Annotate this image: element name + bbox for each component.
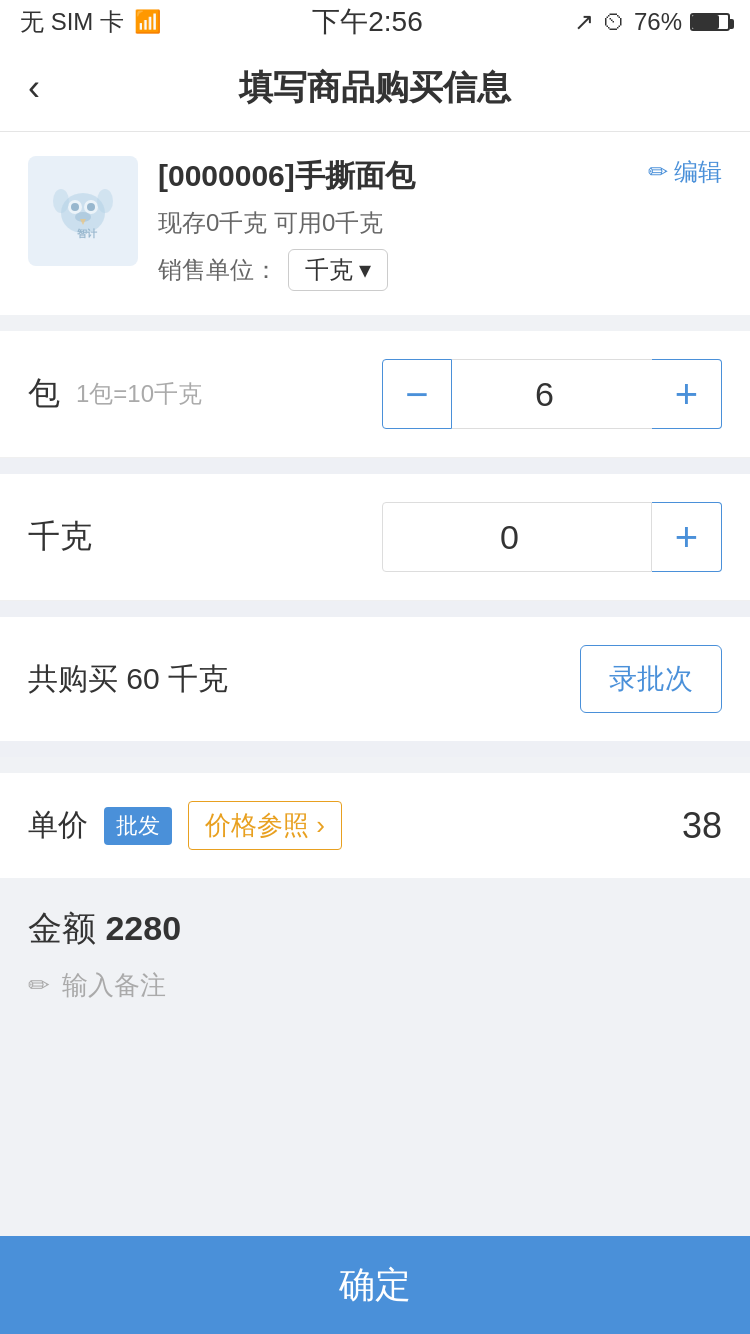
amount-label: 金额 [28,909,96,947]
pack-label: 包 [28,372,60,416]
note-row[interactable]: ✏ 输入备注 [28,968,722,1003]
battery-percent: 76% [634,8,682,36]
confirm-btn-wrap: 确定 [0,1236,750,1334]
batch-button[interactable]: 录批次 [580,645,722,713]
nav-bar: ‹ 填写商品购买信息 [0,44,750,132]
unit-select[interactable]: 千克 ▾ [288,249,388,291]
unit-label: 销售单位： [158,254,278,286]
edit-label: 编辑 [674,156,722,188]
svg-point-4 [87,203,95,211]
svg-text:智计: 智计 [76,228,98,239]
carrier-label: 无 SIM 卡 [20,6,124,38]
product-card: 智计 [0000006]手撕面包 现存0千克 可用0千克 销售单位： 千克 ▾ … [0,132,750,315]
section-divider-1 [0,458,750,474]
total-text: 共购买 60 千克 [28,659,228,700]
pencil-icon: ✏ [28,970,50,1001]
product-logo-icon: 智计 [53,181,113,241]
status-bar: 无 SIM 卡 📶 下午2:56 ↗ ⏲ 76% [0,0,750,44]
price-ref-button[interactable]: 价格参照 › [188,801,342,850]
page-title: 填写商品购买信息 [239,65,511,111]
section-divider-2 [0,601,750,617]
edit-icon: ✏ [648,158,668,186]
product-info: [0000006]手撕面包 现存0千克 可用0千克 销售单位： 千克 ▾ [158,156,722,291]
unit-dropdown-icon: ▾ [359,256,371,284]
wifi-icon: 📶 [134,9,161,35]
amount-row: 金额 2280 [28,906,722,952]
section-divider-3 [0,741,750,757]
content-area: 智计 [0000006]手撕面包 现存0千克 可用0千克 销售单位： 千克 ▾ … [0,132,750,1334]
product-thumbnail: 智计 [28,156,138,266]
status-left: 无 SIM 卡 📶 [20,6,161,38]
amount-section: 金额 2280 ✏ 输入备注 [0,878,750,1019]
price-section: 单价 批发 价格参照 › 38 [0,773,750,878]
status-right: ↗ ⏲ 76% [574,8,730,36]
kg-qty-input[interactable] [382,502,652,572]
battery-icon [690,13,730,31]
product-unit-row: 销售单位： 千克 ▾ [158,249,722,291]
kg-plus-button[interactable]: + [652,502,722,572]
kg-qty-row: 千克 + [28,502,722,572]
pack-qty-section: 包 1包=10千克 − + [0,331,750,458]
status-time: 下午2:56 [312,3,423,41]
pack-qty-row: 包 1包=10千克 − + [28,359,722,429]
product-name: [0000006]手撕面包 [158,156,722,197]
svg-point-8 [97,189,113,213]
price-value: 38 [682,805,722,847]
price-label: 单价 [28,805,88,846]
amount-value: 2280 [105,909,181,947]
total-section: 共购买 60 千克 录批次 [0,617,750,741]
kg-qty-control: + [382,502,722,572]
svg-point-3 [71,203,79,211]
kg-label: 千克 [28,515,92,559]
product-stock: 现存0千克 可用0千克 [158,207,722,239]
pack-minus-button[interactable]: − [382,359,452,429]
pack-label-group: 包 1包=10千克 [28,372,202,416]
edit-button[interactable]: ✏ 编辑 [648,156,722,188]
pack-plus-button[interactable]: + [652,359,722,429]
confirm-button[interactable]: 确定 [0,1236,750,1334]
kg-qty-section: 千克 + [0,474,750,601]
unit-value: 千克 [305,254,353,286]
note-label: 输入备注 [62,968,166,1003]
batch-tag: 批发 [104,807,172,845]
price-left-group: 单价 批发 价格参照 › [28,801,342,850]
alarm-icon: ⏲ [602,8,626,36]
svg-point-7 [53,189,69,213]
pack-hint: 1包=10千克 [76,378,202,410]
pack-qty-input[interactable] [452,359,652,429]
back-button[interactable]: ‹ [28,67,40,109]
pack-qty-control: − + [382,359,722,429]
location-icon: ↗ [574,8,594,36]
